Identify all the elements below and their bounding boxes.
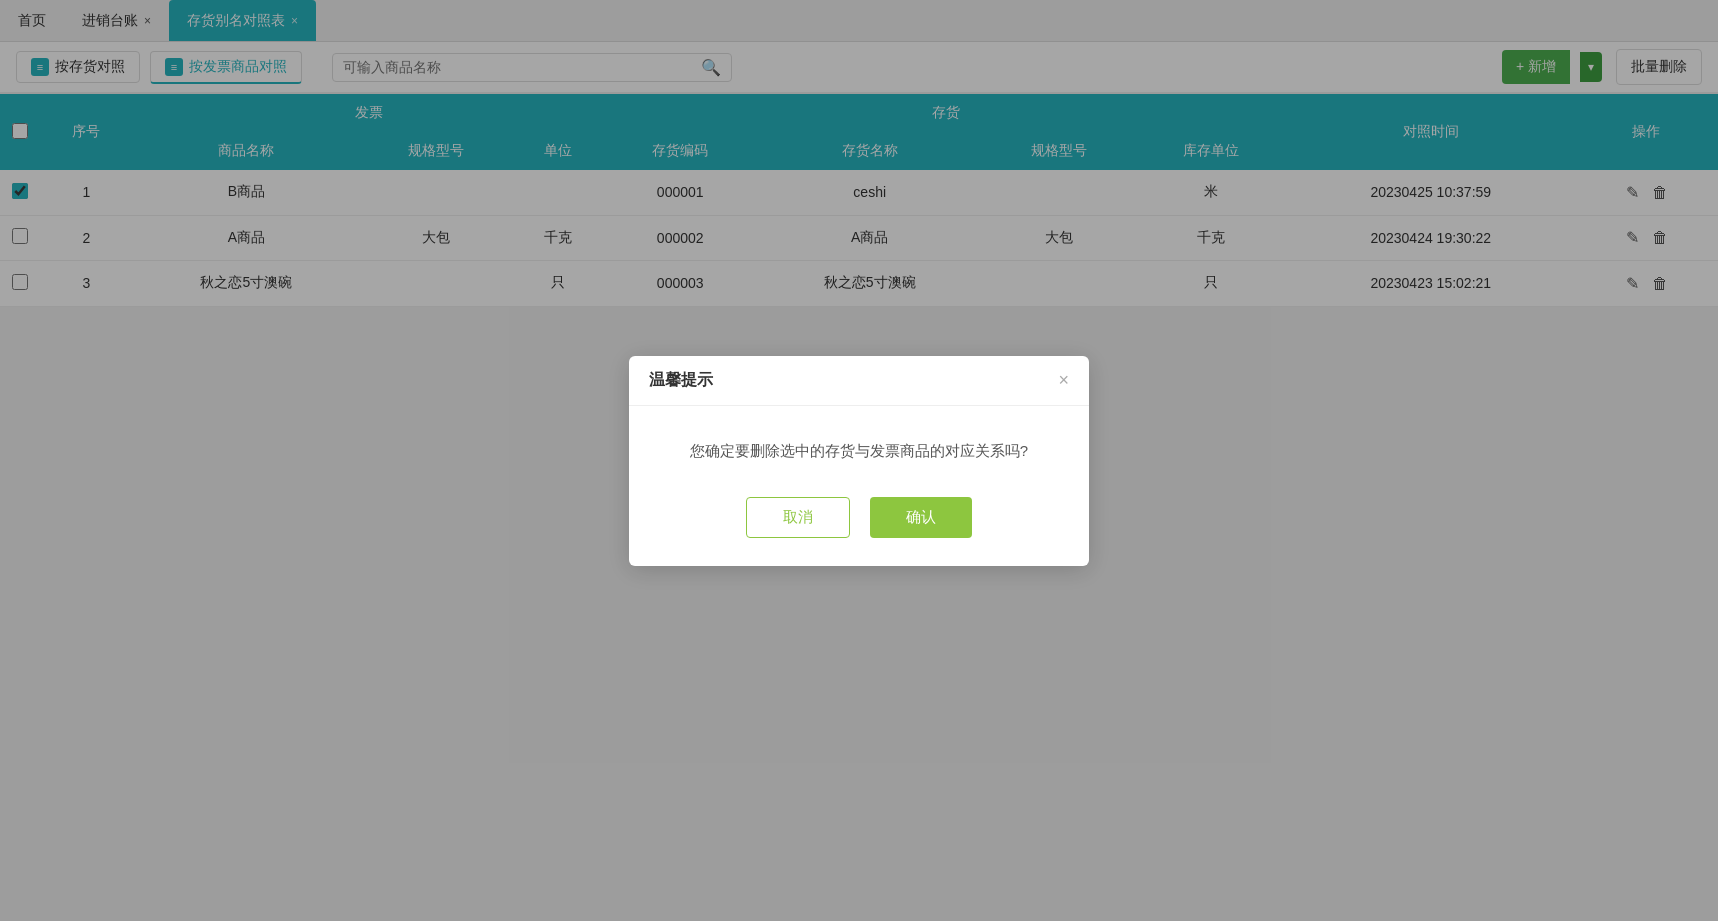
dialog-message: 您确定要删除选中的存货与发票商品的对应关系吗? — [690, 442, 1028, 459]
dialog-header: 温馨提示 × — [629, 356, 1089, 406]
dialog-title: 温馨提示 — [649, 370, 713, 391]
dialog-overlay: 温馨提示 × 您确定要删除选中的存货与发票商品的对应关系吗? 取消 确认 — [0, 0, 1718, 921]
confirm-dialog: 温馨提示 × 您确定要删除选中的存货与发票商品的对应关系吗? 取消 确认 — [629, 356, 1089, 566]
cancel-button[interactable]: 取消 — [746, 497, 850, 538]
dialog-footer: 取消 确认 — [629, 481, 1089, 566]
dialog-close-button[interactable]: × — [1058, 371, 1069, 389]
confirm-button[interactable]: 确认 — [870, 497, 972, 538]
dialog-body: 您确定要删除选中的存货与发票商品的对应关系吗? — [629, 406, 1089, 481]
